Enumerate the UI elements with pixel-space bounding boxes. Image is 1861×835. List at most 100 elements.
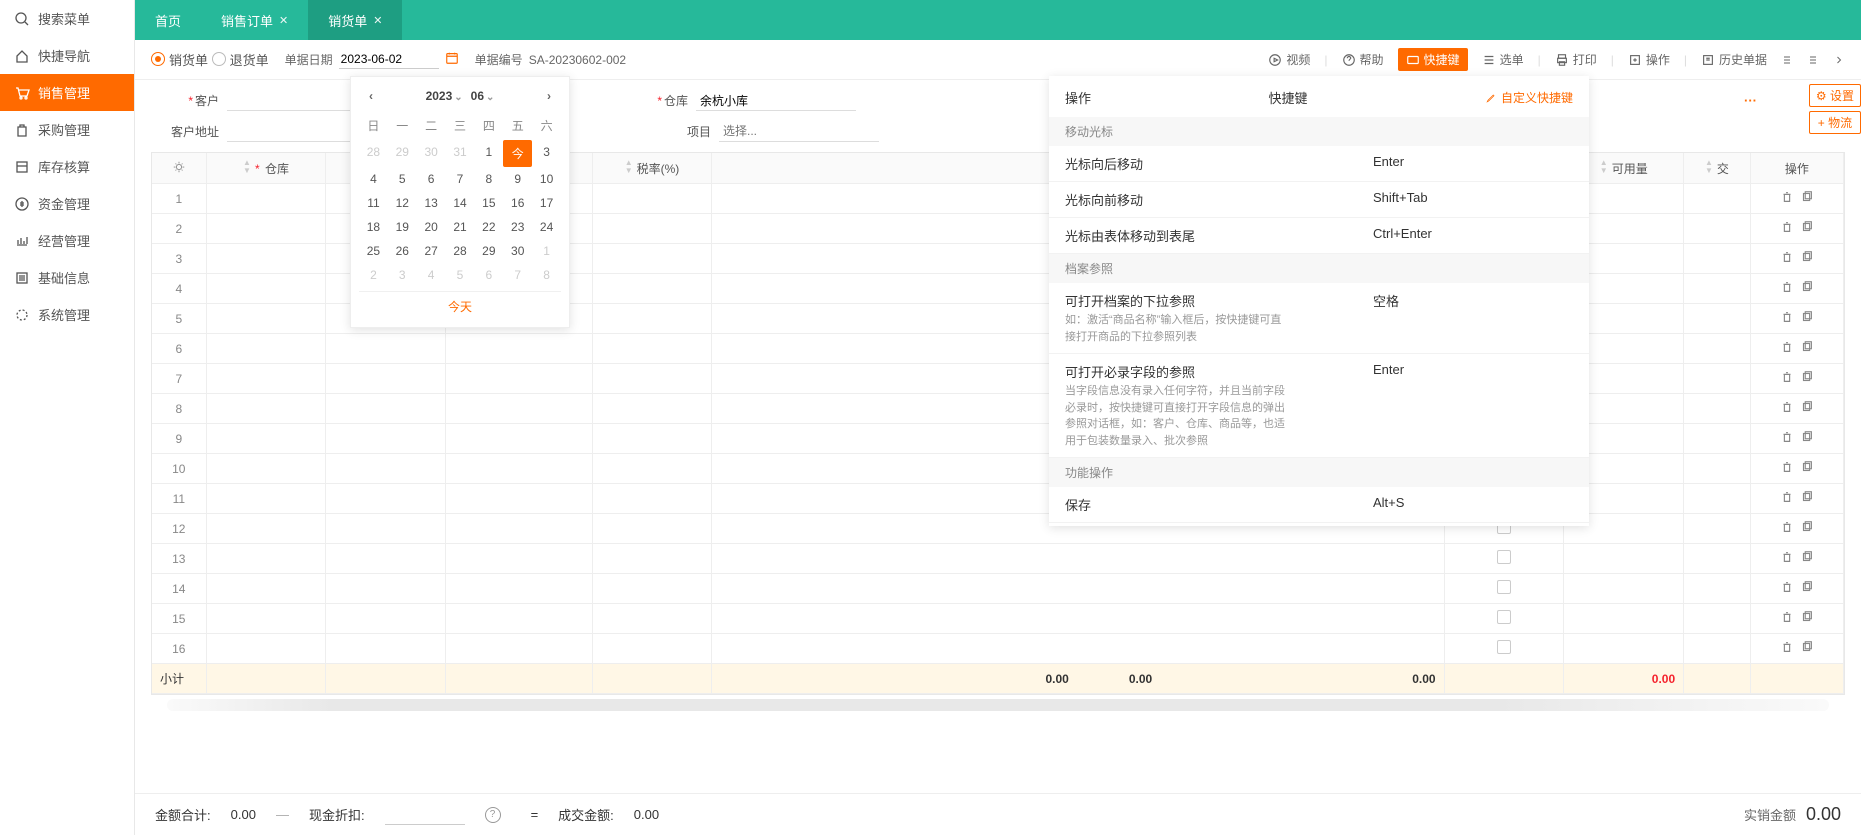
table-row[interactable]: 7 bbox=[152, 364, 1844, 394]
toolbar-chevron-icon[interactable] bbox=[1781, 54, 1793, 66]
calendar-day[interactable]: 1 bbox=[474, 140, 503, 167]
calendar-day[interactable]: 28 bbox=[446, 239, 475, 263]
cell-deliver[interactable] bbox=[1684, 544, 1751, 574]
warehouse-input[interactable] bbox=[696, 90, 856, 111]
cell-warehouse[interactable] bbox=[207, 394, 327, 424]
gift-checkbox[interactable] bbox=[1497, 640, 1511, 654]
cell-warehouse[interactable] bbox=[207, 484, 327, 514]
cell-spec[interactable] bbox=[446, 604, 592, 634]
copy-icon[interactable] bbox=[1800, 370, 1814, 384]
cell-barcode[interactable] bbox=[326, 544, 446, 574]
col-ops[interactable]: 操作 bbox=[1751, 153, 1844, 184]
cell-warehouse[interactable] bbox=[207, 574, 327, 604]
toolbar-list2-icon[interactable] bbox=[1807, 54, 1819, 66]
doc-type-radio-0[interactable]: 销货单 bbox=[151, 50, 208, 69]
cell-tax[interactable] bbox=[593, 364, 713, 394]
calendar-day[interactable]: 20 bbox=[417, 215, 446, 239]
cell-deliver[interactable] bbox=[1684, 304, 1751, 334]
cell-warehouse[interactable] bbox=[207, 604, 327, 634]
delete-icon[interactable] bbox=[1780, 640, 1794, 654]
cell-warehouse[interactable] bbox=[207, 454, 327, 484]
gift-checkbox[interactable] bbox=[1497, 610, 1511, 624]
table-row[interactable]: 8 bbox=[152, 394, 1844, 424]
cell-warehouse[interactable] bbox=[207, 274, 327, 304]
sidebar-item-4[interactable]: 库存核算 bbox=[0, 148, 134, 185]
tab-0[interactable]: 首页 bbox=[135, 0, 201, 40]
cell-warehouse[interactable] bbox=[207, 334, 327, 364]
copy-icon[interactable] bbox=[1800, 550, 1814, 564]
calendar-day[interactable]: 5 bbox=[388, 167, 417, 191]
settings-button[interactable]: ⚙ 设置 bbox=[1809, 84, 1861, 107]
calendar-day[interactable]: 28 bbox=[359, 140, 388, 167]
logistics-button[interactable]: + 物流 bbox=[1809, 111, 1861, 134]
cell-tax[interactable] bbox=[593, 604, 713, 634]
cell-warehouse[interactable] bbox=[207, 514, 327, 544]
calendar-day[interactable]: 2 bbox=[359, 263, 388, 287]
sidebar-item-2[interactable]: 销售管理 bbox=[0, 74, 134, 111]
calendar-day[interactable]: 3 bbox=[532, 140, 561, 167]
table-row[interactable]: 11 bbox=[152, 484, 1844, 514]
cell-barcode[interactable] bbox=[326, 604, 446, 634]
cell-deliver[interactable] bbox=[1684, 424, 1751, 454]
cell-warehouse[interactable] bbox=[207, 304, 327, 334]
cell-tax[interactable] bbox=[593, 454, 713, 484]
cell-spec[interactable] bbox=[446, 574, 592, 604]
cell-tax[interactable] bbox=[593, 634, 713, 664]
toolbar-history[interactable]: 历史单据 bbox=[1701, 51, 1767, 68]
calendar-day[interactable]: 16 bbox=[503, 191, 532, 215]
close-icon[interactable]: ✕ bbox=[373, 14, 382, 27]
horizontal-scrollbar[interactable] bbox=[167, 699, 1829, 711]
sidebar-item-5[interactable]: 资金管理 bbox=[0, 185, 134, 222]
calendar-day[interactable]: 6 bbox=[474, 263, 503, 287]
cell-barcode[interactable] bbox=[326, 334, 446, 364]
cell-warehouse[interactable] bbox=[207, 244, 327, 274]
cell-barcode[interactable] bbox=[326, 394, 446, 424]
cell-tax[interactable] bbox=[593, 184, 713, 214]
delete-icon[interactable] bbox=[1780, 580, 1794, 594]
cell-spec[interactable] bbox=[446, 334, 592, 364]
cell-warehouse[interactable] bbox=[207, 424, 327, 454]
cell-avail[interactable] bbox=[1564, 544, 1684, 574]
copy-icon[interactable] bbox=[1800, 610, 1814, 624]
table-row[interactable]: 10 bbox=[152, 454, 1844, 484]
calendar-day[interactable]: 27 bbox=[417, 239, 446, 263]
calendar-day[interactable]: 6 bbox=[417, 167, 446, 191]
cell-barcode[interactable] bbox=[326, 364, 446, 394]
cell-tax[interactable] bbox=[593, 514, 713, 544]
cell-tax[interactable] bbox=[593, 574, 713, 604]
calendar-day[interactable]: 18 bbox=[359, 215, 388, 239]
cell-tax[interactable] bbox=[593, 544, 713, 574]
calendar-day[interactable]: 30 bbox=[503, 239, 532, 263]
cell-amount[interactable] bbox=[712, 544, 1444, 574]
toolbar-act[interactable]: 操作 bbox=[1628, 51, 1670, 68]
table-row[interactable]: 9 bbox=[152, 424, 1844, 454]
cell-amount[interactable] bbox=[712, 634, 1444, 664]
toolbar-right-icon[interactable] bbox=[1833, 54, 1845, 66]
cell-barcode[interactable] bbox=[326, 514, 446, 544]
table-row[interactable]: 14 bbox=[152, 574, 1844, 604]
cell-barcode[interactable] bbox=[326, 574, 446, 604]
calendar-day[interactable]: 17 bbox=[532, 191, 561, 215]
calendar-day[interactable]: 8 bbox=[474, 167, 503, 191]
copy-icon[interactable] bbox=[1800, 430, 1814, 444]
cell-tax[interactable] bbox=[593, 274, 713, 304]
cell-warehouse[interactable] bbox=[207, 634, 327, 664]
calendar-day[interactable]: 30 bbox=[417, 140, 446, 167]
cell-barcode[interactable] bbox=[326, 424, 446, 454]
calendar-day[interactable]: 10 bbox=[532, 167, 561, 191]
cell-avail[interactable] bbox=[1564, 604, 1684, 634]
cell-spec[interactable] bbox=[446, 454, 592, 484]
cell-warehouse[interactable] bbox=[207, 184, 327, 214]
cell-tax[interactable] bbox=[593, 304, 713, 334]
calendar-day[interactable]: 29 bbox=[474, 239, 503, 263]
copy-icon[interactable] bbox=[1800, 580, 1814, 594]
calendar-day[interactable]: 26 bbox=[388, 239, 417, 263]
sidebar-item-6[interactable]: 经营管理 bbox=[0, 222, 134, 259]
calendar-day[interactable]: 3 bbox=[388, 263, 417, 287]
delete-icon[interactable] bbox=[1780, 280, 1794, 294]
copy-icon[interactable] bbox=[1800, 490, 1814, 504]
cell-deliver[interactable] bbox=[1684, 184, 1751, 214]
calendar-day[interactable]: 22 bbox=[474, 215, 503, 239]
cell-avail[interactable] bbox=[1564, 574, 1684, 604]
cell-deliver[interactable] bbox=[1684, 334, 1751, 364]
